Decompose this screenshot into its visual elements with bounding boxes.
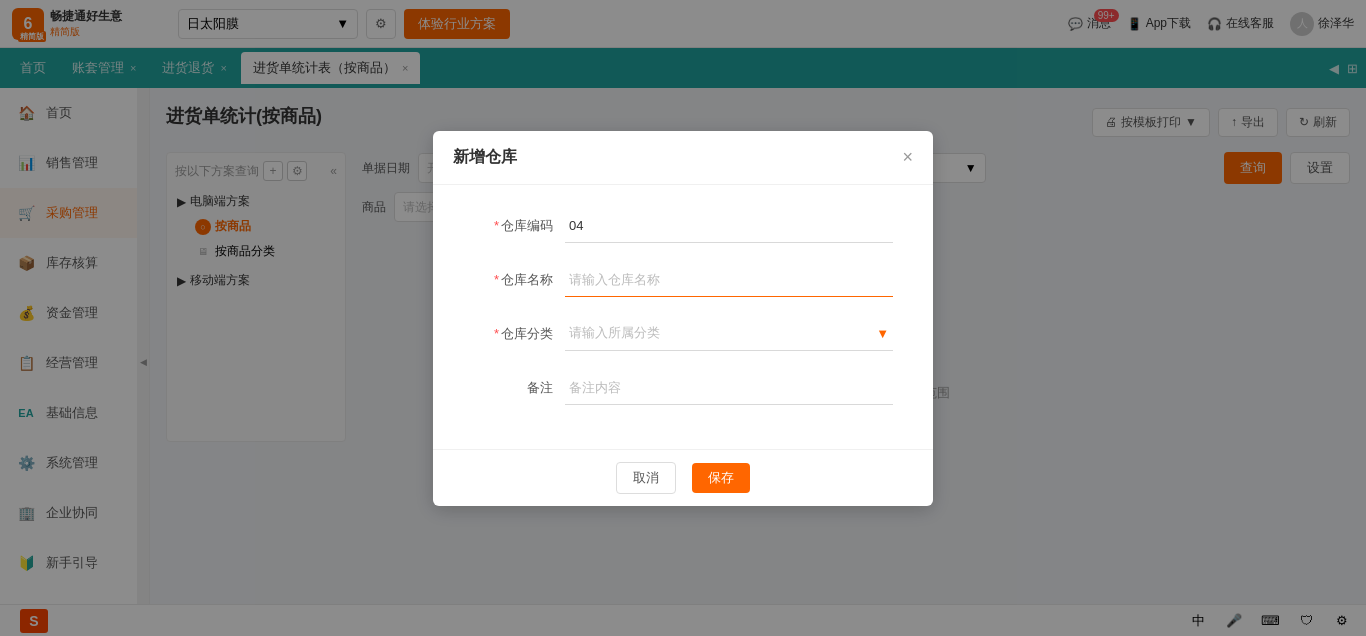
cancel-button[interactable]: 取消 — [616, 462, 676, 494]
dialog-header: 新增仓库 × — [433, 131, 933, 185]
modal-overlay[interactable]: 新增仓库 × 仓库编码 仓库名称 仓库分类 请输入所属分类 ▼ — [0, 0, 1366, 636]
dialog-title: 新增仓库 — [453, 147, 517, 168]
dialog-body: 仓库编码 仓库名称 仓库分类 请输入所属分类 ▼ 备注 — [433, 185, 933, 449]
dialog-add-warehouse: 新增仓库 × 仓库编码 仓库名称 仓库分类 请输入所属分类 ▼ — [433, 131, 933, 506]
category-label: 仓库分类 — [473, 325, 553, 343]
dialog-footer: 取消 保存 — [433, 449, 933, 506]
code-input[interactable] — [565, 209, 893, 243]
dialog-close-button[interactable]: × — [902, 148, 913, 166]
category-chevron-icon: ▼ — [876, 326, 889, 341]
form-row-remark: 备注 — [473, 371, 893, 405]
save-button[interactable]: 保存 — [692, 463, 750, 493]
form-row-category: 仓库分类 请输入所属分类 ▼ — [473, 317, 893, 351]
name-label: 仓库名称 — [473, 271, 553, 289]
category-select[interactable]: 请输入所属分类 ▼ — [565, 317, 893, 351]
remark-label: 备注 — [473, 379, 553, 397]
category-placeholder: 请输入所属分类 — [569, 324, 660, 342]
form-row-code: 仓库编码 — [473, 209, 893, 243]
name-input[interactable] — [565, 263, 893, 297]
remark-input[interactable] — [565, 371, 893, 405]
code-label: 仓库编码 — [473, 217, 553, 235]
form-row-name: 仓库名称 — [473, 263, 893, 297]
